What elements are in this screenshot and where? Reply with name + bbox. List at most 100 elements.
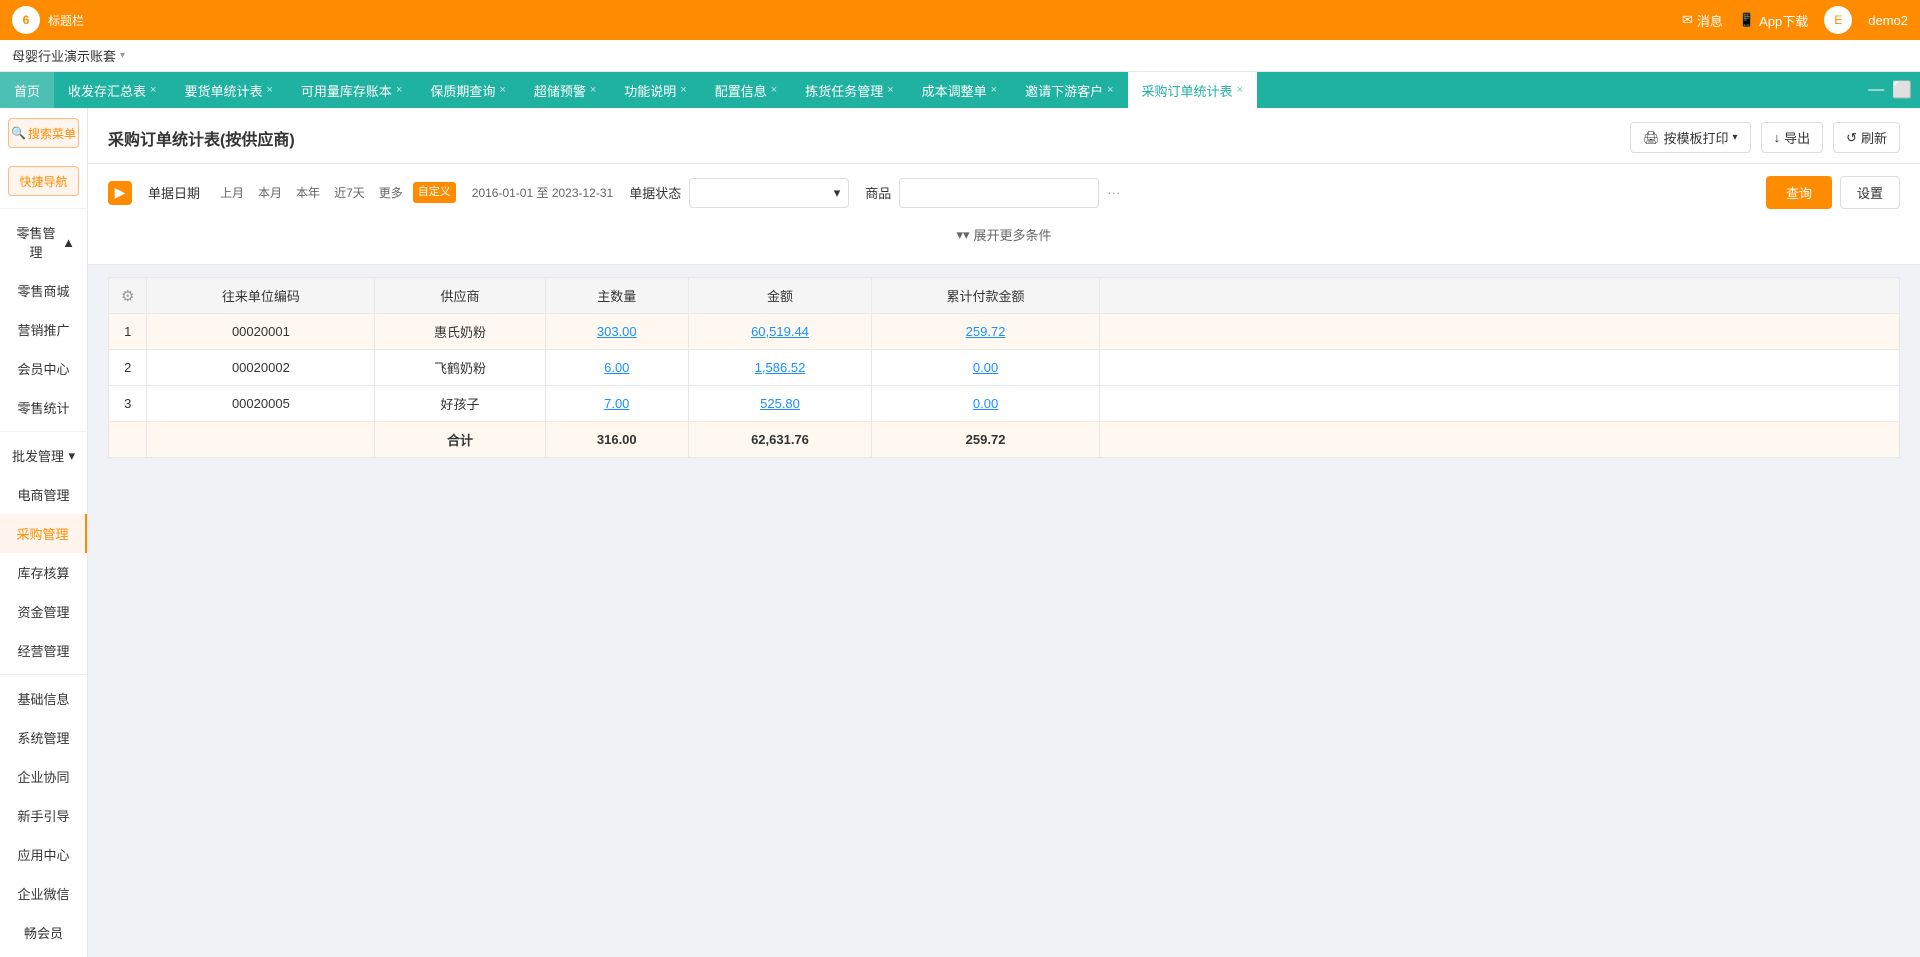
expand-icon: ▾▾ <box>956 227 969 243</box>
user-avatar[interactable]: E <box>1824 6 1852 34</box>
sidebar-item-retail-mall[interactable]: 零售商城 <box>0 271 87 310</box>
qty-link[interactable]: 6.00 <box>604 360 629 375</box>
qty-link[interactable]: 303.00 <box>597 324 637 339</box>
filter-toggle-btn[interactable]: ▶ <box>108 181 132 205</box>
refresh-btn[interactable]: ↺ 刷新 <box>1833 122 1900 153</box>
filter-row-1: ▶ 单据日期 上月 本月 本年 近7天 更多 自定义 2016-01-01 至 … <box>108 176 1900 209</box>
sidebar-item-ecom-mgmt[interactable]: 电商管理 <box>0 475 87 514</box>
row-paid-amount: 0.00 <box>872 386 1100 422</box>
close-icon[interactable]: × <box>1237 84 1243 96</box>
close-icon[interactable]: × <box>991 84 997 96</box>
tab-label: 保质期查询 <box>430 81 495 100</box>
sidebar-item-sys-mgmt[interactable]: 系统管理 <box>0 718 87 757</box>
message-btn[interactable]: ✉ 消息 <box>1682 11 1723 30</box>
sidebar-item-retail-mgmt[interactable]: 零售管理 ▲ <box>0 213 87 271</box>
workspace-selector[interactable]: 母婴行业演示账套 ▾ <box>12 46 125 65</box>
sidebar-item-enterprise-collab[interactable]: 企业协同 <box>0 757 87 796</box>
date-filter-label: 单据日期 <box>148 183 200 202</box>
tab-overstock-warning[interactable]: 超储预警 × <box>520 72 610 108</box>
custom-badge: 自定义 <box>413 182 456 203</box>
row-paid-amount: 0.00 <box>872 350 1100 386</box>
tab-collect-dispatch[interactable]: 收发存汇总表 × <box>54 72 170 108</box>
tab-purchase-stats[interactable]: 采购订单统计表 × <box>1128 72 1257 108</box>
top-bar-left: 6 标题栏 <box>12 6 84 34</box>
print-btn[interactable]: 🖨 按模板打印 ▾ <box>1630 122 1751 153</box>
col-main-qty: 主数量 <box>545 278 688 314</box>
sidebar-item-app-center[interactable]: 应用中心 <box>0 835 87 874</box>
user-name[interactable]: demo2 <box>1868 13 1908 28</box>
tab-actions: — ⬜ <box>1868 80 1920 100</box>
tab-maximize-icon[interactable]: ⬜ <box>1892 80 1912 100</box>
sidebar-item-basic-info[interactable]: 基础信息 <box>0 679 87 718</box>
tab-warranty-query[interactable]: 保质期查询 × <box>416 72 519 108</box>
tab-cost-adjust[interactable]: 成本调整单 × <box>908 72 1011 108</box>
row-main-qty: 6.00 <box>545 350 688 386</box>
sidebar-item-inventory-check[interactable]: 库存核算 <box>0 553 87 592</box>
sidebar-item-marketing[interactable]: 营销推广 <box>0 310 87 349</box>
qty-link[interactable]: 7.00 <box>604 396 629 411</box>
sidebar-item-retail-stats[interactable]: 零售统计 <box>0 388 87 427</box>
tab-label: 拣货任务管理 <box>805 81 883 100</box>
goods-input[interactable] <box>899 178 1099 208</box>
close-icon[interactable]: × <box>887 84 893 96</box>
amount-link[interactable]: 525.80 <box>760 396 800 411</box>
tab-config-info[interactable]: 配置信息 × <box>701 72 791 108</box>
tab-pick-task[interactable]: 拣货任务管理 × <box>791 72 907 108</box>
column-settings-icon[interactable]: ⚙ <box>121 288 134 305</box>
tab-invite-downstream[interactable]: 邀请下游客户 × <box>1011 72 1127 108</box>
tab-label: 采购订单统计表 <box>1142 81 1233 100</box>
paid-link[interactable]: 0.00 <box>973 396 998 411</box>
status-select[interactable]: ▾ <box>689 178 849 208</box>
shortcut-this-year[interactable]: 本年 <box>292 182 324 203</box>
shortcut-more[interactable]: 更多 <box>375 182 407 203</box>
sidebar-item-finance-mgmt[interactable]: 资金管理 <box>0 592 87 631</box>
shortcut-last-month[interactable]: 上月 <box>216 182 248 203</box>
tab-order-stats[interactable]: 要货单统计表 × <box>170 72 286 108</box>
sidebar-divider-1 <box>0 208 87 209</box>
sidebar-item-member-center[interactable]: 会员中心 <box>0 349 87 388</box>
row-no: 3 <box>109 386 147 422</box>
tab-home[interactable]: 首页 <box>0 72 54 108</box>
top-bar-right: ✉ 消息 📱 App下载 E demo2 <box>1682 6 1908 34</box>
close-icon[interactable]: × <box>680 84 686 96</box>
sidebar-item-purchase-mgmt[interactable]: 采购管理 <box>0 514 87 553</box>
search-menu-btn[interactable]: 🔍 搜索菜单 <box>8 118 79 148</box>
main-layout: 🔍 搜索菜单 快捷导航 零售管理 ▲ 零售商城 营销推广 会员中心 零售统计 批 <box>0 108 1920 957</box>
paid-link[interactable]: 0.00 <box>973 360 998 375</box>
close-icon[interactable]: × <box>150 84 156 96</box>
setting-btn[interactable]: 设置 <box>1840 176 1900 209</box>
query-btn[interactable]: 查询 <box>1766 176 1832 209</box>
download-icon: 📱 <box>1739 12 1755 28</box>
col-amount: 金额 <box>688 278 871 314</box>
sidebar-item-new-guide[interactable]: 新手引导 <box>0 796 87 835</box>
sidebar-item-ops-mgmt[interactable]: 经营管理 <box>0 631 87 670</box>
tab-func-desc[interactable]: 功能说明 × <box>610 72 700 108</box>
amount-link[interactable]: 1,586.52 <box>755 360 806 375</box>
workspace-arrow: ▾ <box>120 50 125 61</box>
quick-nav-section: 快捷导航 <box>0 158 87 204</box>
close-icon[interactable]: × <box>396 84 402 96</box>
expand-more-btn[interactable]: ▾▾ 展开更多条件 <box>108 217 1900 252</box>
quick-nav-btn[interactable]: 快捷导航 <box>8 166 79 196</box>
amount-link[interactable]: 60,519.44 <box>751 324 809 339</box>
shortcut-this-month[interactable]: 本月 <box>254 182 286 203</box>
tab-minimize-icon[interactable]: — <box>1868 81 1884 99</box>
status-filter-label: 单据状态 <box>629 183 681 202</box>
close-icon[interactable]: × <box>266 84 272 96</box>
tab-available-stock[interactable]: 可用量库存账本 × <box>287 72 416 108</box>
export-btn[interactable]: ↓ 导出 <box>1761 122 1824 153</box>
paid-link[interactable]: 259.72 <box>966 324 1006 339</box>
close-icon[interactable]: × <box>1107 84 1113 96</box>
date-shortcuts: 上月 本月 本年 近7天 更多 自定义 <box>216 182 456 203</box>
sidebar-item-enterprise-wechat[interactable]: 企业微信 <box>0 874 87 913</box>
app-download-btn[interactable]: 📱 App下载 <box>1739 11 1808 30</box>
sidebar-item-wholesale-mgmt[interactable]: 批发管理 ▾ <box>0 436 87 475</box>
top-bar: 6 标题栏 ✉ 消息 📱 App下载 E demo2 <box>0 0 1920 40</box>
goods-more-icon[interactable]: ··· <box>1107 185 1120 200</box>
sidebar-item-vip-member[interactable]: 畅会员 <box>0 913 87 952</box>
row-amount: 60,519.44 <box>688 314 871 350</box>
shortcut-7days[interactable]: 近7天 <box>330 182 369 203</box>
close-icon[interactable]: × <box>590 84 596 96</box>
close-icon[interactable]: × <box>771 84 777 96</box>
close-icon[interactable]: × <box>499 84 505 96</box>
